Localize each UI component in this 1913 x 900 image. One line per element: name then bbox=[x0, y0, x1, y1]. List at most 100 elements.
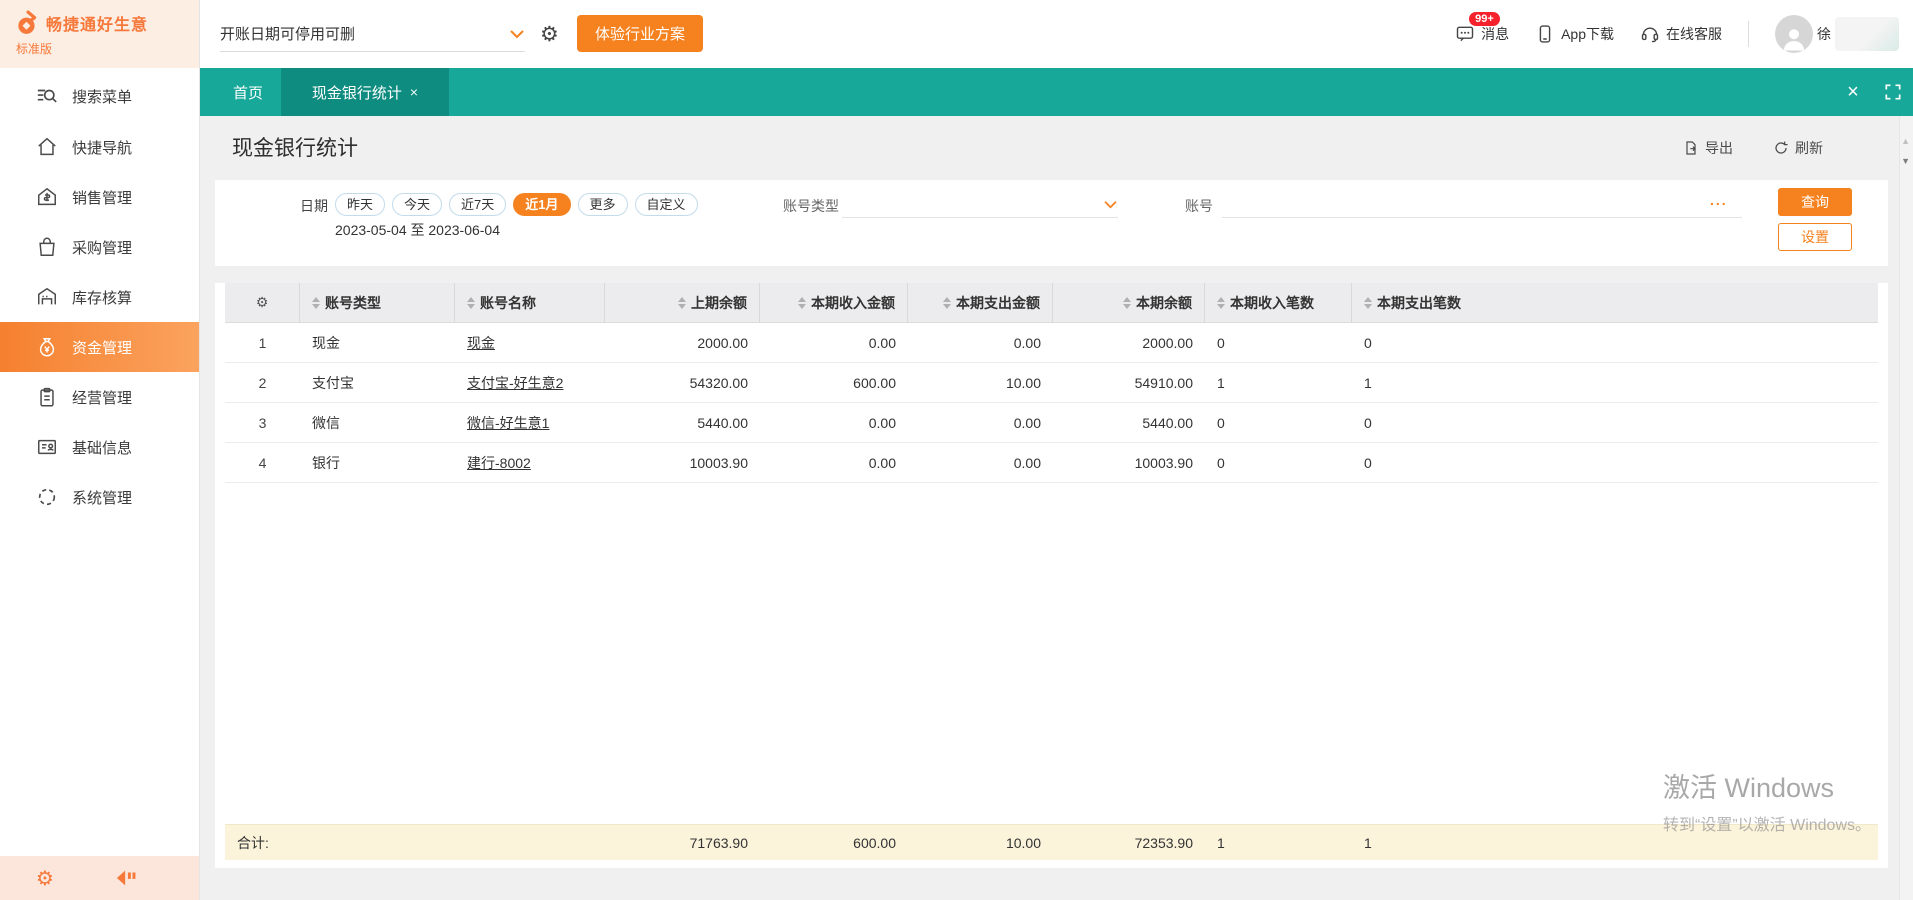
search-menu-icon bbox=[36, 85, 58, 107]
more-options-ellipsis[interactable]: ... bbox=[1710, 192, 1728, 208]
sidebar-item-system-mgmt[interactable]: 系统管理 bbox=[0, 472, 199, 522]
cell-account-name: 微信-好生意1 bbox=[455, 403, 605, 442]
cell-income-amount: 0.00 bbox=[868, 334, 896, 351]
cell-expense-amount: 0.00 bbox=[1013, 454, 1041, 471]
topbar-right: 99+ 消息 App下载 在线客服 徐 bbox=[1455, 0, 1899, 68]
header-expense-amount[interactable]: 本期支出金额 bbox=[908, 283, 1053, 322]
tab-cash-bank-stats[interactable]: 现金银行统计 × bbox=[281, 68, 449, 116]
export-label: 导出 bbox=[1705, 140, 1733, 156]
cell-income-count: 1 bbox=[1217, 374, 1225, 391]
total-expense-amount: 10.00 bbox=[1005, 835, 1041, 851]
cell-expense-amount: 10.00 bbox=[1005, 374, 1041, 391]
sort-icon bbox=[798, 296, 806, 309]
total-prev-balance: 71763.90 bbox=[689, 835, 748, 851]
username-blurred bbox=[1835, 17, 1899, 51]
export-button[interactable]: 导出 bbox=[1683, 138, 1733, 158]
pill-yesterday[interactable]: 昨天 bbox=[335, 193, 386, 216]
app-download-label: App下载 bbox=[1561, 26, 1614, 42]
headset-icon bbox=[1640, 24, 1660, 44]
cell-expense-amount: 0.00 bbox=[1013, 414, 1041, 431]
shopping-bag-icon bbox=[36, 236, 58, 258]
refresh-button[interactable]: 刷新 bbox=[1773, 138, 1823, 158]
total-current-balance: 72353.90 bbox=[1134, 835, 1193, 851]
topbar-divider bbox=[1748, 21, 1749, 47]
account-set-dropdown[interactable]: 开账日期可停用可删 bbox=[220, 16, 525, 52]
date-range-text: 2023-05-04 至 2023-06-04 bbox=[335, 222, 501, 238]
header-account-type[interactable]: 账号类型 bbox=[300, 283, 455, 322]
sidebar-item-label: 基础信息 bbox=[72, 439, 133, 457]
chevron-down-icon bbox=[509, 29, 525, 39]
cell-expense-amount: 0.00 bbox=[1013, 334, 1041, 351]
account-input[interactable] bbox=[1222, 192, 1742, 218]
collapse-sidebar-icon[interactable] bbox=[116, 868, 138, 888]
total-income-amount: 600.00 bbox=[853, 835, 896, 851]
sidebar-item-quick-nav[interactable]: 快捷导航 bbox=[0, 122, 199, 172]
vertical-scrollbar[interactable] bbox=[1899, 116, 1913, 900]
cell-current-balance: 54910.00 bbox=[1134, 374, 1193, 391]
sidebar-item-funds-mgmt[interactable]: 资金管理 bbox=[0, 322, 199, 372]
sidebar-menu: 搜索菜单 快捷导航 销售管理 采购管理 库存核算 资金管理 经营管理 基础信息 … bbox=[0, 68, 199, 522]
account-name-link[interactable]: 建行-8002 bbox=[467, 453, 531, 473]
account-type-select[interactable] bbox=[842, 192, 1118, 218]
cell-account-name: 建行-8002 bbox=[455, 443, 605, 482]
fullscreen-icon[interactable] bbox=[1883, 82, 1903, 102]
close-all-tabs-icon[interactable]: × bbox=[1837, 81, 1869, 104]
account-name-link[interactable]: 现金 bbox=[467, 333, 495, 353]
brand-edition: 标准版 bbox=[16, 42, 53, 56]
cell-income-count: 0 bbox=[1217, 334, 1225, 351]
cell-account-name: 支付宝-好生意2 bbox=[455, 363, 605, 402]
sidebar-item-sales-mgmt[interactable]: 销售管理 bbox=[0, 172, 199, 222]
industry-solution-button[interactable]: 体验行业方案 bbox=[577, 15, 704, 52]
tab-close-icon[interactable]: × bbox=[410, 84, 418, 100]
header-income-amount[interactable]: 本期收入金额 bbox=[760, 283, 908, 322]
header-account-name[interactable]: 账号名称 bbox=[455, 283, 605, 322]
total-income-count: 1 bbox=[1217, 835, 1225, 851]
sidebar-item-operations-mgmt[interactable]: 经营管理 bbox=[0, 372, 199, 422]
topbar: 开账日期可停用可删 ⚙ 体验行业方案 99+ 消息 App下载 在线客服 徐 bbox=[200, 0, 1913, 68]
pill-last7days[interactable]: 近7天 bbox=[449, 193, 507, 216]
workspace-gear-icon[interactable]: ⚙ bbox=[540, 22, 559, 47]
cell-prev-balance: 54320.00 bbox=[689, 374, 748, 391]
account-name-link[interactable]: 微信-好生意1 bbox=[467, 413, 549, 433]
column-settings-gear-icon[interactable]: ⚙ bbox=[225, 283, 300, 322]
sidebar-item-label: 经营管理 bbox=[72, 389, 133, 407]
sidebar-item-basic-info[interactable]: 基础信息 bbox=[0, 422, 199, 472]
cell-prev-balance: 5440.00 bbox=[697, 414, 748, 431]
settings-button[interactable]: 设置 bbox=[1778, 223, 1852, 251]
table-row: 2 支付宝 支付宝-好生意2 54320.00 600.00 10.00 549… bbox=[225, 363, 1878, 403]
account-name-link[interactable]: 支付宝-好生意2 bbox=[467, 373, 563, 393]
header-prev-balance[interactable]: 上期余额 bbox=[605, 283, 760, 322]
header-expense-count[interactable]: 本期支出笔数 bbox=[1352, 283, 1878, 322]
pill-custom[interactable]: 自定义 bbox=[634, 193, 698, 216]
sidebar-item-inventory[interactable]: 库存核算 bbox=[0, 272, 199, 322]
sort-icon bbox=[312, 296, 320, 309]
sidebar-item-purchase-mgmt[interactable]: 采购管理 bbox=[0, 222, 199, 272]
app-download-button[interactable]: App下载 bbox=[1535, 24, 1614, 44]
warehouse-icon bbox=[36, 286, 58, 308]
sort-icon bbox=[467, 296, 475, 309]
pill-more[interactable]: 更多 bbox=[577, 193, 628, 216]
cell-current-balance: 10003.90 bbox=[1134, 454, 1193, 471]
query-button[interactable]: 查询 bbox=[1778, 188, 1852, 216]
messages-button[interactable]: 99+ 消息 bbox=[1455, 12, 1509, 44]
online-support-button[interactable]: 在线客服 bbox=[1640, 24, 1722, 44]
sidebar-item-search-menu[interactable]: 搜索菜单 bbox=[0, 74, 199, 118]
table-totals-row: 合计: 71763.90 600.00 10.00 72353.90 1 1 bbox=[225, 824, 1878, 860]
tab-home[interactable]: 首页 bbox=[215, 68, 281, 116]
sidebar-item-label: 快捷导航 bbox=[72, 139, 133, 157]
header-income-count[interactable]: 本期收入笔数 bbox=[1205, 283, 1352, 322]
filter-panel: 日期 昨天 今天 近7天 近1月 更多 自定义 2023-05-04 至 202… bbox=[215, 180, 1888, 266]
sidebar-settings-gear-icon[interactable]: ⚙ bbox=[36, 866, 54, 891]
pill-today[interactable]: 今天 bbox=[392, 193, 443, 216]
sidebar: 畅捷通好生意 标准版 搜索菜单 快捷导航 销售管理 采购管理 库存核算 资金管理… bbox=[0, 0, 200, 900]
scroll-down-icon[interactable]: ▼ bbox=[1901, 156, 1910, 166]
scroll-up-icon[interactable]: ▲ bbox=[1901, 136, 1910, 146]
pill-last1month[interactable]: 近1月 bbox=[513, 193, 571, 216]
brand-name: 畅捷通好生意 bbox=[46, 17, 149, 34]
messages-badge: 99+ bbox=[1469, 12, 1500, 26]
totals-label: 合计: bbox=[237, 835, 269, 851]
user-account[interactable]: 徐 bbox=[1775, 15, 1899, 53]
header-current-balance[interactable]: 本期余额 bbox=[1053, 283, 1205, 322]
sort-icon bbox=[1364, 296, 1372, 309]
cell-account-type: 现金 bbox=[312, 334, 340, 351]
